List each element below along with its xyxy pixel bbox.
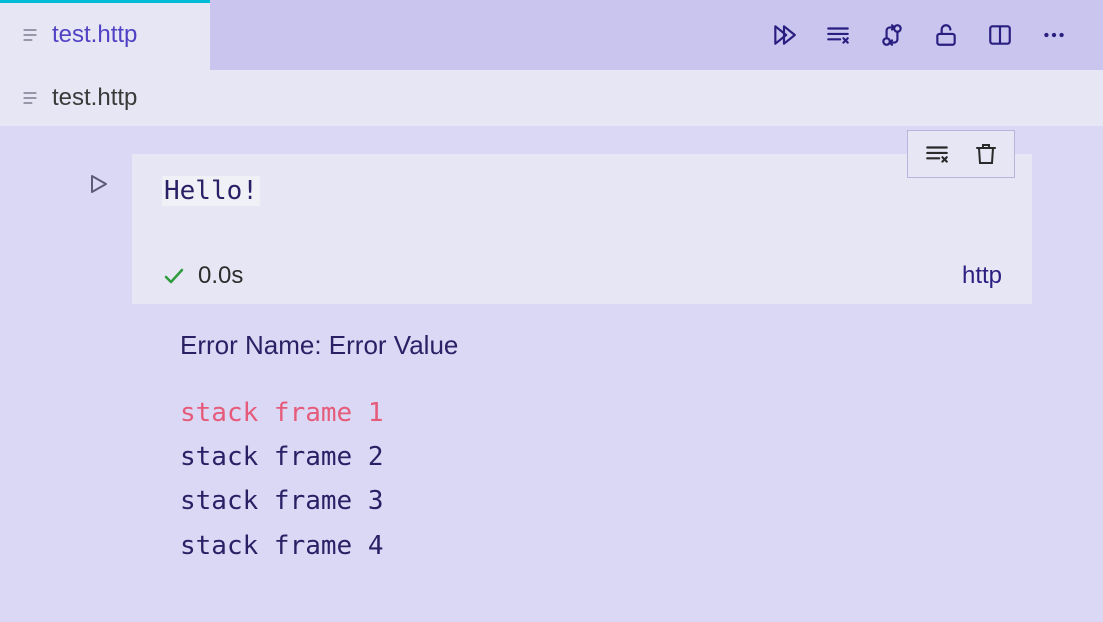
unlock-icon[interactable]: [933, 22, 959, 48]
breadcrumb[interactable]: test.http: [0, 70, 1103, 126]
stack-frame[interactable]: stack frame 3: [180, 479, 948, 523]
execution-time: 0.0s: [198, 262, 243, 290]
cell-row: Hello! 0.0s http: [48, 154, 1055, 304]
cell-output: Error Name: Error Value stack frame 1 st…: [48, 304, 948, 568]
cell-action-bar: [907, 130, 1015, 178]
stack-frame[interactable]: stack frame 4: [180, 524, 948, 568]
clear-all-button[interactable]: [825, 22, 851, 48]
code-cell[interactable]: Hello! 0.0s http: [132, 154, 1032, 304]
stack-trace: stack frame 1 stack frame 2 stack frame …: [180, 391, 948, 568]
clear-output-button[interactable]: [924, 141, 950, 167]
compare-changes-button[interactable]: [879, 22, 905, 48]
cell-code-text: Hello!: [162, 176, 260, 206]
editor-toolbar: [771, 0, 1103, 70]
stack-frame[interactable]: stack frame 2: [180, 435, 948, 479]
cell-language[interactable]: http: [962, 262, 1002, 290]
cell-status-bar: 0.0s http: [162, 262, 1002, 290]
check-icon: [162, 264, 186, 288]
notebook-content: Hello! 0.0s http Error Name: Error Value…: [0, 126, 1103, 592]
delete-cell-button[interactable]: [974, 142, 998, 166]
error-title: Error Name: Error Value: [180, 330, 948, 361]
run-all-button[interactable]: [771, 22, 797, 48]
cell-code[interactable]: Hello!: [162, 176, 1002, 262]
file-icon: [20, 25, 40, 45]
tab-test-http[interactable]: test.http: [0, 0, 210, 70]
more-actions-button[interactable]: [1041, 22, 1067, 48]
file-icon: [20, 88, 40, 108]
tab-bar: test.http: [0, 0, 1103, 70]
breadcrumb-label: test.http: [52, 84, 137, 112]
split-editor-button[interactable]: [987, 22, 1013, 48]
stack-frame[interactable]: stack frame 1: [180, 391, 948, 435]
run-cell-button[interactable]: [48, 154, 110, 196]
tab-label: test.http: [52, 21, 137, 49]
